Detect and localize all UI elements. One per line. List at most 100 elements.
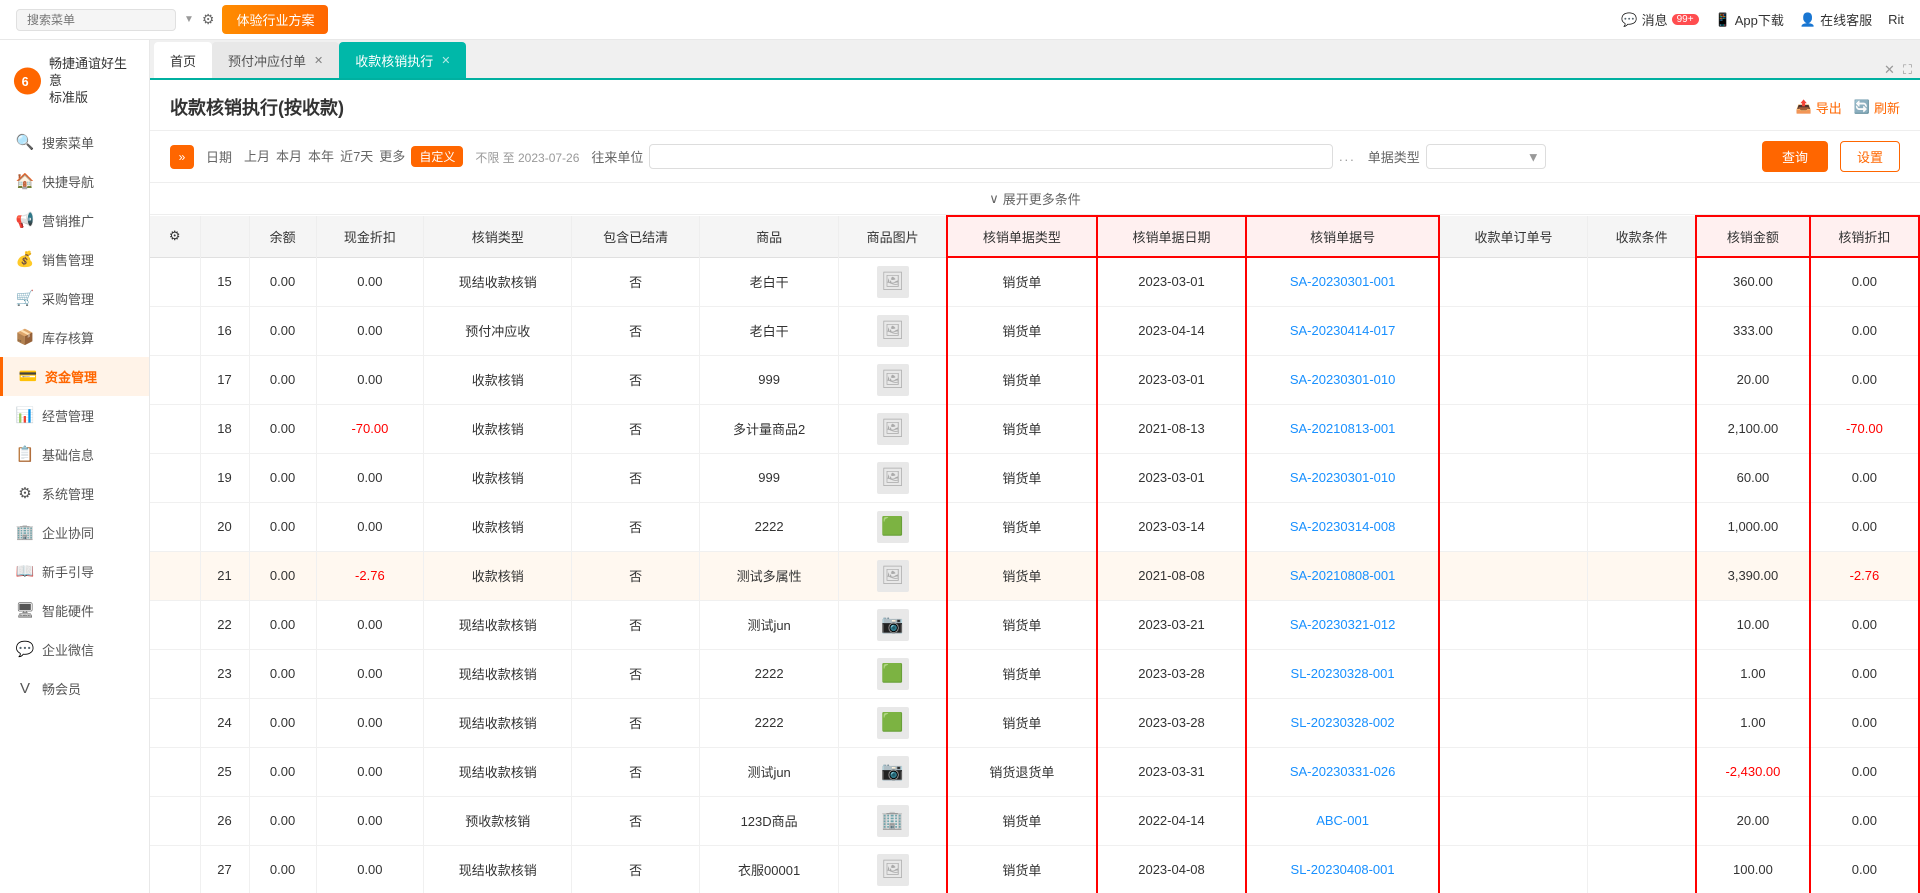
tab-prepay-close[interactable]: ✕: [314, 54, 323, 67]
date-option-7days[interactable]: 近7天: [340, 146, 373, 167]
top-bar-left: ▼ ⚙ 体验行业方案: [16, 5, 1621, 34]
customer-input[interactable]: [649, 144, 1333, 169]
sidebar-label-vip: 畅会员: [42, 679, 81, 698]
dropdown-icon[interactable]: ▼: [184, 14, 194, 25]
td-receipt-condition: [1588, 747, 1696, 796]
td-product: 多计量商品2: [700, 404, 839, 453]
td-writeoff-amount: 360.00: [1696, 257, 1810, 306]
sidebar-item-hardware[interactable]: 🖥 智能硬件: [0, 591, 149, 630]
tab-writeoff[interactable]: 收款核销执行 ✕: [339, 42, 466, 78]
td-voucher-no[interactable]: SA-20230331-026: [1246, 747, 1439, 796]
th-gear-icon[interactable]: ⚙: [169, 228, 181, 243]
tab-home[interactable]: 首页: [154, 42, 212, 78]
query-button[interactable]: 查询: [1762, 141, 1828, 172]
td-balance: 0.00: [249, 257, 316, 306]
table-row: 19 0.00 0.00 收款核销 否 999 🖼 销货单 2023-03-01…: [150, 453, 1919, 502]
tab-fullscreen-icon[interactable]: ⛶: [1903, 62, 1912, 78]
td-voucher-no[interactable]: SA-20230314-008: [1246, 502, 1439, 551]
user-label[interactable]: Rit: [1888, 12, 1904, 27]
tab-controls: ✕ ⛶: [1876, 62, 1920, 78]
tab-writeoff-close[interactable]: ✕: [441, 54, 450, 67]
date-option-curr-year[interactable]: 本年: [308, 146, 334, 167]
sidebar-item-operations[interactable]: 📊 经营管理: [0, 396, 149, 435]
sidebar-item-guide[interactable]: 📖 新手引导: [0, 552, 149, 591]
message-icon: 💬: [1621, 12, 1637, 28]
th-settings[interactable]: ⚙: [150, 216, 200, 257]
sidebar-item-system[interactable]: ⚙ 系统管理: [0, 474, 149, 513]
td-voucher-no[interactable]: SL-20230328-001: [1246, 649, 1439, 698]
sidebar-item-vip[interactable]: V 畅会员: [0, 669, 149, 708]
td-voucher-no[interactable]: SL-20230328-002: [1246, 698, 1439, 747]
sidebar-item-basic[interactable]: 📋 基础信息: [0, 435, 149, 474]
td-product-image: 🟩: [839, 698, 947, 747]
logo-text: 畅捷通谊好生意 标准版: [49, 56, 137, 107]
td-writeoff-amount: -2,430.00: [1696, 747, 1810, 796]
td-voucher-no[interactable]: SA-20210808-001: [1246, 551, 1439, 600]
settings-button[interactable]: 设置: [1840, 141, 1900, 172]
td-receipt-order-no: [1439, 502, 1588, 551]
table-container[interactable]: ⚙ 余额 现金折扣 核销类型 包含已结清 商品 商品图片 核销单据类型 核销单据…: [150, 215, 1920, 893]
settings-icon[interactable]: ⚙: [202, 11, 215, 28]
product-image-placeholder: 🖼: [877, 266, 909, 298]
sidebar-item-sales[interactable]: 💰 销售管理: [0, 240, 149, 279]
basic-icon: 📋: [16, 445, 34, 463]
sidebar-item-search[interactable]: 🔍 搜索菜单: [0, 123, 149, 162]
voucher-type-select[interactable]: [1426, 144, 1546, 169]
customer-dots-icon[interactable]: ...: [1339, 149, 1356, 164]
td-balance: 0.00: [249, 355, 316, 404]
search-input[interactable]: [16, 9, 176, 31]
date-option-prev-month[interactable]: 上月: [244, 146, 270, 167]
sidebar-item-inventory[interactable]: 📦 库存核算: [0, 318, 149, 357]
product-image-placeholder: 🟩: [877, 707, 909, 739]
td-voucher-report-type: 销货单: [947, 698, 1097, 747]
td-writeoff-discount: -2.76: [1810, 551, 1919, 600]
sidebar-item-marketing[interactable]: 📢 营销推广: [0, 201, 149, 240]
td-writeoff-discount: 0.00: [1810, 600, 1919, 649]
online-service-button[interactable]: 👤 在线客服: [1800, 10, 1872, 29]
td-writeoff-type: 现结收款核销: [424, 747, 572, 796]
filter-bar: » 日期 上月 本月 本年 近7天 更多 自定义 不限 至 2023-07-26…: [150, 131, 1920, 183]
td-voucher-no[interactable]: SA-20230414-017: [1246, 306, 1439, 355]
sidebar: 6 畅捷通谊好生意 标准版 🔍 搜索菜单 🏠 快捷导航 📢 营销推广 💰 销售管…: [0, 40, 150, 893]
td-voucher-no[interactable]: SL-20230408-001: [1246, 845, 1439, 893]
messages-label: 消息: [1642, 10, 1668, 29]
sidebar-item-enterprise[interactable]: 🏢 企业协同: [0, 513, 149, 552]
filter-expand-button[interactable]: »: [170, 145, 194, 169]
td-cash-discount: 0.00: [316, 698, 424, 747]
expand-more-button[interactable]: ∨ 展开更多条件: [150, 183, 1920, 214]
export-button[interactable]: 📤 导出: [1796, 98, 1842, 117]
date-option-more[interactable]: 更多: [379, 146, 405, 167]
date-label: 日期: [206, 147, 232, 166]
td-cash-discount: 0.00: [316, 355, 424, 404]
table-row: 17 0.00 0.00 收款核销 否 999 🖼 销货单 2023-03-01…: [150, 355, 1919, 404]
messages-button[interactable]: 💬 消息 99+: [1621, 10, 1698, 29]
app-download-button[interactable]: 📱 App下载: [1715, 10, 1784, 29]
product-image-placeholder: 🟩: [877, 511, 909, 543]
sidebar-logo: 6 畅捷通谊好生意 标准版: [0, 48, 149, 123]
page-actions: 📤 导出 🔄 刷新: [1796, 98, 1900, 117]
td-voucher-no[interactable]: SA-20230301-010: [1246, 453, 1439, 502]
refresh-icon: 🔄: [1854, 99, 1870, 115]
sidebar-item-wechat[interactable]: 💬 企业微信: [0, 630, 149, 669]
td-voucher-no[interactable]: SA-20230321-012: [1246, 600, 1439, 649]
expand-more-bar: ∨ 展开更多条件: [150, 183, 1920, 215]
date-custom-btn[interactable]: 自定义: [411, 146, 463, 167]
td-product: 老白干: [700, 257, 839, 306]
td-voucher-no[interactable]: ABC-001: [1246, 796, 1439, 845]
td-voucher-no[interactable]: SA-20210813-001: [1246, 404, 1439, 453]
refresh-button[interactable]: 🔄 刷新: [1854, 98, 1900, 117]
td-voucher-no[interactable]: SA-20230301-001: [1246, 257, 1439, 306]
td-voucher-no[interactable]: SA-20230301-010: [1246, 355, 1439, 404]
sidebar-item-finance[interactable]: 💳 资金管理: [0, 357, 149, 396]
solution-button[interactable]: 体验行业方案: [222, 5, 328, 34]
tab-prepay[interactable]: 预付冲应付单 ✕: [212, 42, 339, 78]
sidebar-item-purchase[interactable]: 🛒 采购管理: [0, 279, 149, 318]
sidebar-item-quicknav[interactable]: 🏠 快捷导航: [0, 162, 149, 201]
td-seq: 26: [200, 796, 249, 845]
date-option-curr-month[interactable]: 本月: [276, 146, 302, 167]
sidebar-label-purchase: 采购管理: [42, 289, 94, 308]
search-icon: 🔍: [16, 133, 34, 151]
guide-icon: 📖: [16, 562, 34, 580]
customer-label: 往来单位: [591, 147, 643, 166]
tab-close-all-icon[interactable]: ✕: [1884, 62, 1895, 78]
